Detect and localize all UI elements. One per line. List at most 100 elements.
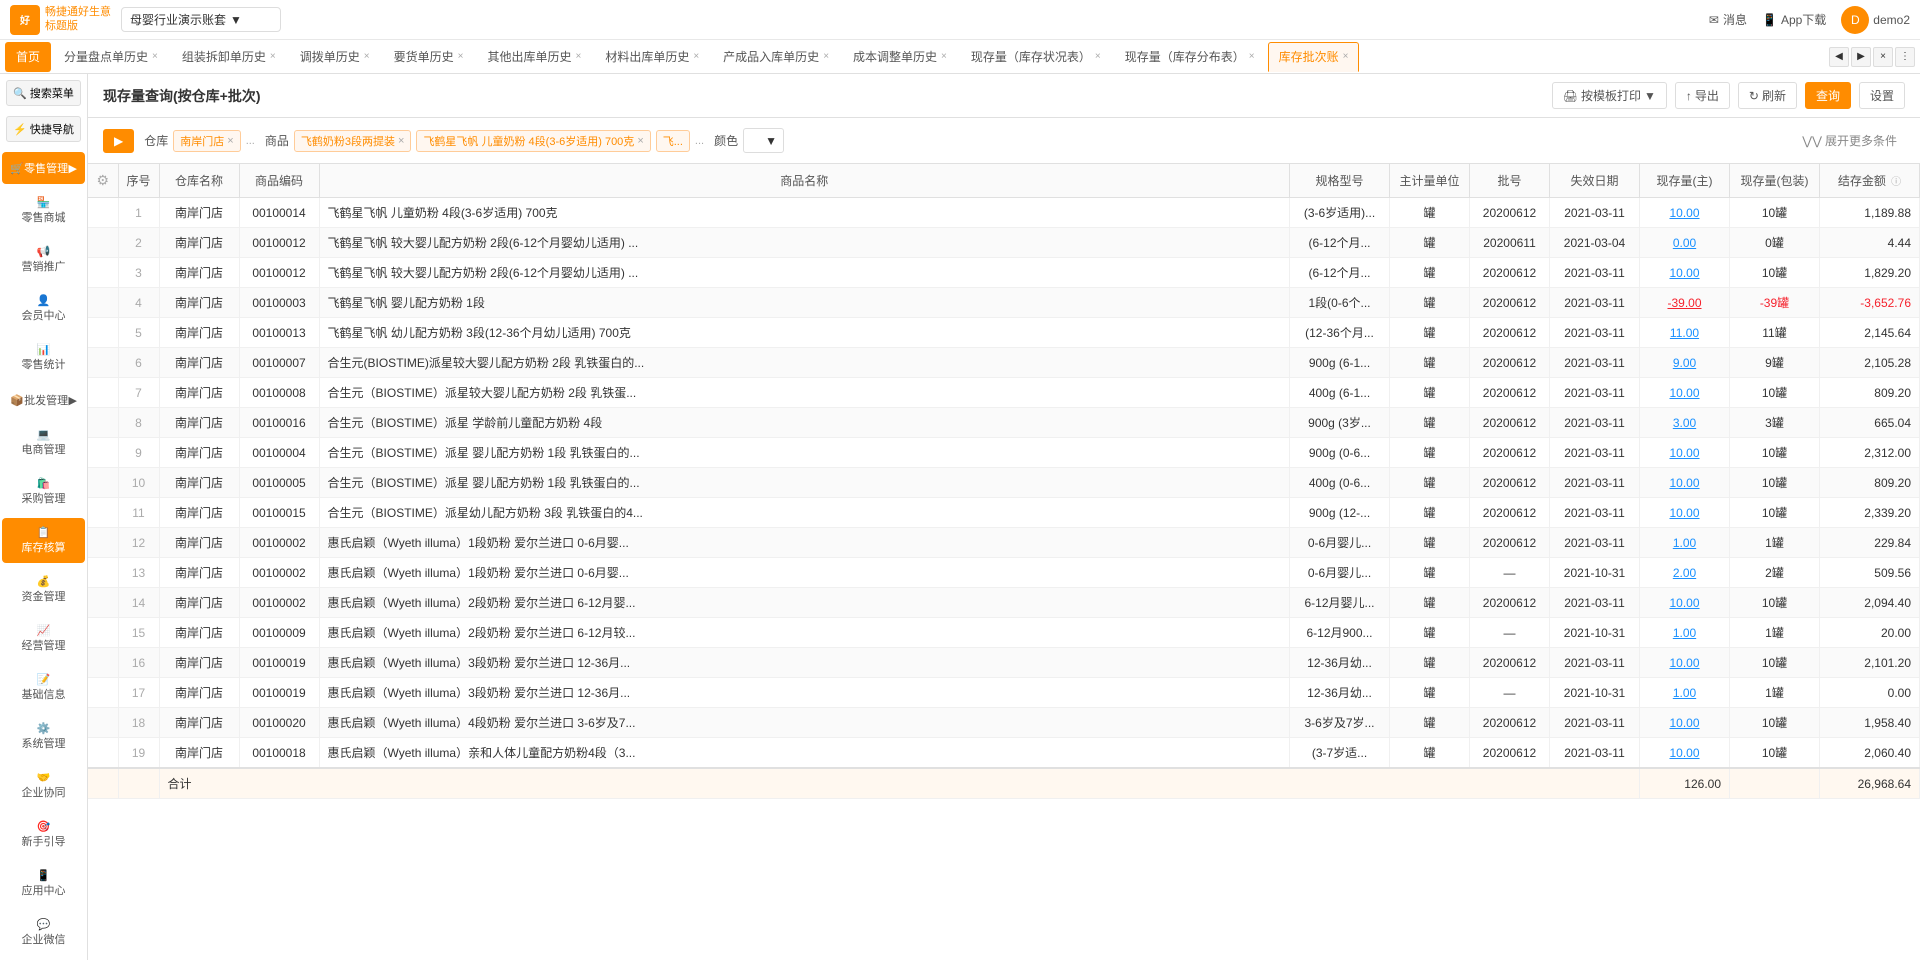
tab-8[interactable]: 成本调整单历史 × — [842, 42, 958, 72]
app-download-btn[interactable]: 📱 App下载 — [1762, 11, 1826, 28]
sidebar-item-marketing[interactable]: 📢 营销推广 — [2, 237, 85, 282]
cell-stock-main[interactable]: -39.00 — [1640, 288, 1730, 318]
product-tag-2-remove[interactable]: × — [637, 135, 643, 147]
cell-balance: 2,145.64 — [1820, 318, 1920, 348]
warehouse-more-btn[interactable]: ... — [246, 135, 255, 147]
tab-1[interactable]: 分量盘点单历史 × — [53, 42, 169, 72]
logo-text: 畅捷通好生意 标题版 — [45, 6, 111, 32]
print-btn[interactable]: 🖨 按模板打印 ▼ — [1552, 82, 1667, 109]
cell-stock-pkg: 1罐 — [1730, 618, 1820, 648]
sidebar-item-retail-mgmt[interactable]: 🛒 零售管理 ▶ — [2, 152, 85, 184]
tab-9[interactable]: 现存量（库存状况表） × — [960, 42, 1112, 72]
sidebar-item-corp-wechat[interactable]: 💬 企业微信 — [2, 910, 85, 955]
sidebar-item-enterprise[interactable]: 🤝 企业协同 — [2, 763, 85, 808]
table-row: 5 南岸门店 00100013 飞鹤星飞帆 幼儿配方奶粉 3段(12-36个月幼… — [88, 318, 1920, 348]
sidebar-item-base-info[interactable]: 📝 基础信息 — [2, 665, 85, 710]
message-btn[interactable]: ✉ 消息 — [1709, 11, 1747, 28]
cell-stock-main[interactable]: 1.00 — [1640, 528, 1730, 558]
sidebar-item-operations[interactable]: 📈 经营管理 — [2, 616, 85, 661]
cell-stock-main[interactable]: 10.00 — [1640, 258, 1730, 288]
sidebar-item-retail-shop[interactable]: 🏪 零售商城 — [2, 188, 85, 233]
warehouse-tag-remove[interactable]: × — [227, 135, 233, 147]
cell-unit: 罐 — [1390, 648, 1470, 678]
tab-3[interactable]: 调拨单历史 × — [289, 42, 381, 72]
cell-stock-main[interactable]: 10.00 — [1640, 738, 1730, 769]
cell-stock-main[interactable]: 10.00 — [1640, 648, 1730, 678]
product-tag-2[interactable]: 飞鹤星飞帆 儿童奶粉 4段(3-6岁适用) 700克 × — [416, 130, 650, 152]
product-tag-more[interactable]: 飞... — [656, 130, 690, 152]
tab-close-11[interactable]: × — [1343, 51, 1349, 62]
cell-stock-main[interactable]: 10.00 — [1640, 378, 1730, 408]
col-settings[interactable]: ⚙ — [88, 164, 118, 198]
tab-11[interactable]: 库存批次账 × — [1268, 42, 1360, 72]
export-btn[interactable]: ↑ 导出 — [1675, 82, 1730, 109]
sidebar-item-system[interactable]: ⚙️ 系统管理 — [2, 714, 85, 759]
expand-icon: ⋁⋁ — [1802, 134, 1822, 148]
refresh-btn[interactable]: ↻ 刷新 — [1738, 82, 1797, 109]
balance-info-icon[interactable]: ⓘ — [1891, 177, 1901, 188]
company-selector[interactable]: 母婴行业演示账套 ▼ — [121, 7, 281, 32]
sidebar-item-newbie[interactable]: 🎯 新手引导 — [2, 812, 85, 857]
tab-7[interactable]: 产成品入库单历史 × — [712, 42, 840, 72]
tab-prev-btn[interactable]: ◀ — [1829, 47, 1849, 67]
tab-10[interactable]: 现存量（库存分布表） × — [1114, 42, 1266, 72]
tab-close-7[interactable]: × — [823, 51, 829, 62]
cell-spec: (12-36个月... — [1290, 318, 1390, 348]
tab-menu-btn[interactable]: ⋮ — [1895, 47, 1915, 67]
cell-stock-main[interactable]: 10.00 — [1640, 708, 1730, 738]
sidebar-item-purchase[interactable]: 🛍️ 采购管理 — [2, 469, 85, 514]
product-more-btn[interactable]: ... — [695, 135, 704, 147]
cell-stock-main[interactable]: 10.00 — [1640, 198, 1730, 228]
tab-close-8[interactable]: × — [941, 51, 947, 62]
tab-close-5[interactable]: × — [575, 51, 581, 62]
user-area[interactable]: D demo2 — [1841, 6, 1910, 34]
quick-nav-btn[interactable]: ⚡ 快捷导航 — [6, 116, 81, 142]
tab-close-10[interactable]: × — [1249, 51, 1255, 62]
tab-close-1[interactable]: × — [152, 51, 158, 62]
product-tag-1-remove[interactable]: × — [398, 135, 404, 147]
cell-stock-main[interactable]: 0.00 — [1640, 228, 1730, 258]
tab-6[interactable]: 材料出库单历史 × — [594, 42, 710, 72]
tab-4[interactable]: 要货单历史 × — [383, 42, 475, 72]
tab-close-all-btn[interactable]: × — [1873, 47, 1893, 67]
query-btn[interactable]: 查询 — [1805, 82, 1851, 109]
cell-spec: 900g (12-... — [1290, 498, 1390, 528]
cell-stock-main[interactable]: 2.00 — [1640, 558, 1730, 588]
color-dropdown[interactable]: ▼ — [743, 128, 784, 153]
sidebar-item-member[interactable]: 👤 会员中心 — [2, 286, 85, 331]
sidebar-item-app-center[interactable]: 📱 应用中心 — [2, 861, 85, 906]
sidebar-item-ecommerce[interactable]: 💻 电商管理 — [2, 420, 85, 465]
cell-stock-main[interactable]: 10.00 — [1640, 438, 1730, 468]
search-menu-btn[interactable]: 🔍 搜索菜单 — [6, 80, 81, 106]
sidebar-stats-icon: 📊 — [37, 343, 51, 356]
filter-expand-btn[interactable]: ▶ — [103, 129, 134, 153]
cell-stock-main[interactable]: 1.00 — [1640, 678, 1730, 708]
tab-next-btn[interactable]: ▶ — [1851, 47, 1871, 67]
tab-2[interactable]: 组装拆卸单历史 × — [171, 42, 287, 72]
sidebar-item-retail-stats[interactable]: 📊 零售统计 — [2, 335, 85, 380]
warehouse-tag[interactable]: 南岸门店 × — [173, 130, 240, 152]
settings-btn[interactable]: 设置 — [1859, 82, 1905, 109]
cell-stock-main[interactable]: 10.00 — [1640, 588, 1730, 618]
cell-stock-main[interactable]: 11.00 — [1640, 318, 1730, 348]
settings-icon[interactable]: ⚙ — [96, 172, 109, 188]
product-tag-1[interactable]: 飞鹤奶粉3段两提装 × — [294, 130, 412, 152]
sidebar-item-wholesale[interactable]: 📦 批发管理 ▶ — [2, 384, 85, 416]
cell-num: 5 — [118, 318, 159, 348]
sidebar-item-inventory[interactable]: 📋 库存核算 — [2, 518, 85, 563]
cell-stock-main[interactable]: 9.00 — [1640, 348, 1730, 378]
tab-close-9[interactable]: × — [1095, 51, 1101, 62]
sidebar-item-finance[interactable]: 💰 资金管理 — [2, 567, 85, 612]
tab-home[interactable]: 首页 — [5, 42, 51, 72]
tab-close-3[interactable]: × — [364, 51, 370, 62]
cell-settings — [88, 408, 118, 438]
tab-5[interactable]: 其他出库单历史 × — [476, 42, 592, 72]
cell-stock-main[interactable]: 1.00 — [1640, 618, 1730, 648]
cell-stock-main[interactable]: 3.00 — [1640, 408, 1730, 438]
tab-close-2[interactable]: × — [270, 51, 276, 62]
expand-more-btn[interactable]: ⋁⋁ 展开更多条件 — [1794, 128, 1905, 153]
tab-close-4[interactable]: × — [458, 51, 464, 62]
cell-stock-main[interactable]: 10.00 — [1640, 498, 1730, 528]
cell-stock-main[interactable]: 10.00 — [1640, 468, 1730, 498]
tab-close-6[interactable]: × — [693, 51, 699, 62]
